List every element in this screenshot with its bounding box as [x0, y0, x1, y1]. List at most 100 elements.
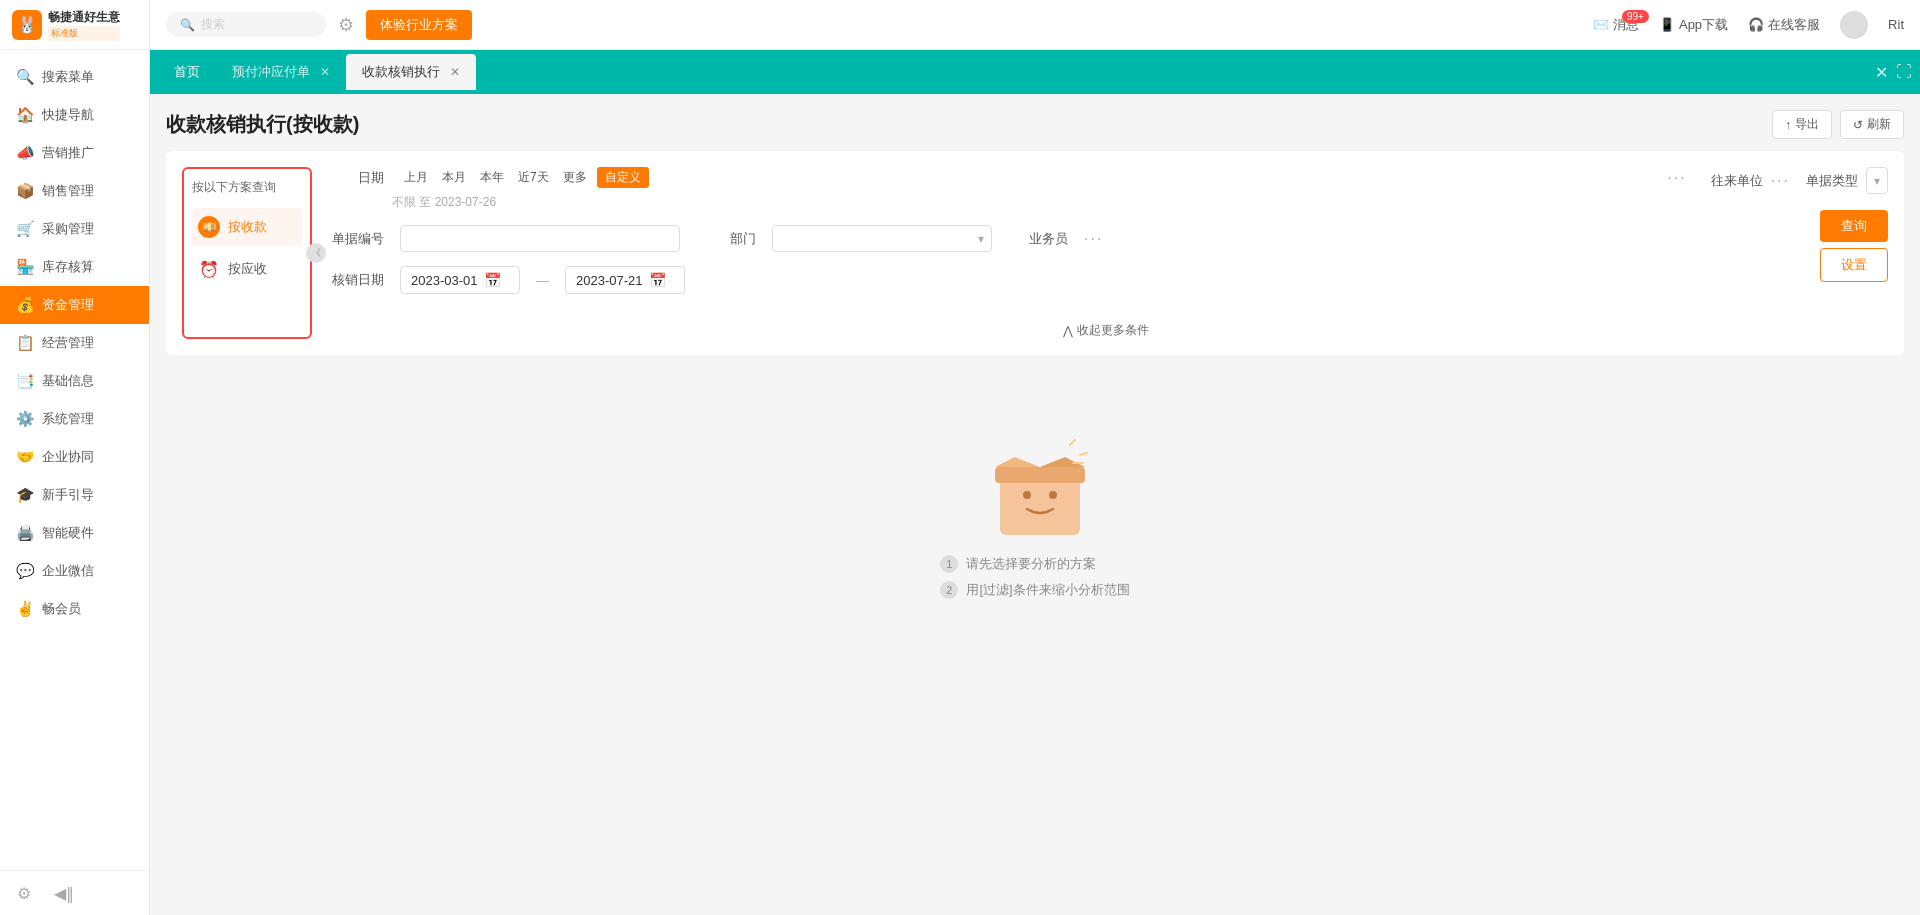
system-icon: ⚙️: [16, 410, 34, 428]
page-title: 收款核销执行(按收款): [166, 111, 359, 138]
partner-label: 往来单位: [1703, 172, 1763, 190]
writeoff-date-label: 核销日期: [324, 271, 384, 289]
sidebar-item-operations[interactable]: 📋 经营管理: [0, 324, 149, 362]
sidebar-item-quicknav[interactable]: 🏠 快捷导航: [0, 96, 149, 134]
calendar-from-icon[interactable]: 📅: [484, 272, 501, 288]
tab-close-icon[interactable]: ✕: [320, 65, 330, 79]
query-button[interactable]: 查询: [1820, 210, 1888, 242]
online-service-btn[interactable]: 🎧 在线客服: [1748, 16, 1820, 34]
svg-rect-0: [1000, 475, 1080, 535]
doctype-select[interactable]: [1866, 167, 1888, 194]
receivable-icon: ⏰: [198, 258, 220, 280]
hint-number-1: 1: [940, 555, 958, 573]
sidebar-item-enterprise[interactable]: 🤝 企业协同: [0, 438, 149, 476]
svg-rect-1: [995, 467, 1085, 483]
operations-icon: 📋: [16, 334, 34, 352]
refresh-button[interactable]: ↺ 刷新: [1840, 110, 1904, 139]
empty-state: 1 请先选择要分析的方案 2 用[过滤]条件来缩小分析范围: [166, 435, 1904, 607]
hardware-icon: 🖨️: [16, 524, 34, 542]
partner-trigger[interactable]: ···: [1771, 172, 1790, 190]
sidebar-item-label: 库存核算: [42, 258, 94, 276]
sidebar-item-label: 企业协同: [42, 448, 94, 466]
tab-home[interactable]: 首页: [158, 54, 216, 90]
svg-point-2: [1023, 491, 1031, 499]
sidebar-item-basicinfo[interactable]: 📑 基础信息: [0, 362, 149, 400]
date-btn-custom[interactable]: 自定义: [597, 167, 649, 188]
tab-writeoff[interactable]: 收款核销执行 ✕: [346, 54, 476, 90]
logo-icon: 🐰: [12, 10, 42, 40]
avatar[interactable]: [1840, 11, 1868, 39]
gear-icon[interactable]: ⚙: [338, 14, 354, 36]
expand-tab-btn[interactable]: ⛶: [1896, 63, 1912, 81]
sidebar-item-member[interactable]: ✌️ 畅会员: [0, 590, 149, 628]
sales-icon: 📦: [16, 182, 34, 200]
filter-option-by-receipt[interactable]: 💴 按收款: [192, 208, 302, 246]
writeoff-date-to[interactable]: 2023-07-21 📅: [565, 266, 685, 294]
home-icon: 🏠: [16, 106, 34, 124]
logo-text-group: 畅捷通好生意 标准版: [48, 9, 120, 41]
main-area: 🔍 搜索 ⚙ 体验行业方案 ✉️ 消息 99+ 📱 App下载 🎧 在线客服 R…: [150, 0, 1920, 915]
sidebar-item-guide[interactable]: 🎓 新手引导: [0, 476, 149, 514]
sidebar-item-system[interactable]: ⚙️ 系统管理: [0, 400, 149, 438]
doctype-select-wrap: [1866, 167, 1888, 194]
sidebar-item-finance[interactable]: 💰 资金管理: [0, 286, 149, 324]
sidebar-item-hardware[interactable]: 🖨️ 智能硬件: [0, 514, 149, 552]
search-icon: 🔍: [180, 18, 195, 32]
date-btn-7days[interactable]: 近7天: [514, 167, 553, 188]
docnum-input[interactable]: [400, 225, 680, 252]
sidebar-item-wechat[interactable]: 💬 企业微信: [0, 552, 149, 590]
sidebar-item-purchase[interactable]: 🛒 采购管理: [0, 210, 149, 248]
date-btn-this-month[interactable]: 本月: [438, 167, 470, 188]
svg-line-4: [1070, 440, 1075, 445]
writeoff-date-from[interactable]: 2023-03-01 📅: [400, 266, 520, 294]
sidebar-item-label: 营销推广: [42, 144, 94, 162]
date-btn-more[interactable]: 更多: [559, 167, 591, 188]
message-badge-btn[interactable]: ✉️ 消息 99+: [1593, 16, 1639, 34]
staff-field-trigger[interactable]: ···: [1084, 230, 1103, 248]
receipt-icon: 💴: [198, 216, 220, 238]
search-placeholder: 搜索: [201, 16, 225, 33]
date-separator: —: [536, 273, 549, 288]
settings-bottom-icon[interactable]: ⚙: [12, 881, 36, 905]
filter-sidebar-title: 按以下方案查询: [192, 179, 302, 196]
filter-panel: 按以下方案查询 💴 按收款 ⏰ 按应收 《: [166, 151, 1904, 355]
filter-action-buttons: 查询 设置: [1820, 210, 1888, 282]
filter-sidebar-collapse-btn[interactable]: 《: [306, 243, 326, 263]
solution-button[interactable]: 体验行业方案: [366, 10, 472, 40]
sidebar-item-sales[interactable]: 📦 销售管理: [0, 172, 149, 210]
partner-field-trigger[interactable]: ···: [1667, 169, 1686, 187]
filter-main: 日期 上月 本月 本年 近7天 更多 自定义 ···: [324, 167, 1888, 339]
tab-close-icon[interactable]: ✕: [450, 65, 460, 79]
sidebar-item-search[interactable]: 🔍 搜索菜单: [0, 58, 149, 96]
refresh-icon: ↺: [1853, 118, 1863, 132]
sidebar-logo: 🐰 畅捷通好生意 标准版: [0, 0, 149, 50]
dept-select[interactable]: [772, 225, 992, 252]
page-titlebar: 收款核销执行(按收款) ↑ 导出 ↺ 刷新: [166, 110, 1904, 139]
filter-option-by-receivable[interactable]: ⏰ 按应收: [192, 250, 302, 288]
app-download-btn[interactable]: 📱 App下载: [1659, 16, 1728, 34]
close-tab-btn[interactable]: ✕: [1875, 63, 1888, 82]
setting-button[interactable]: 设置: [1820, 248, 1888, 282]
date-range-text: 不限 至 2023-07-26: [392, 194, 496, 211]
date-btn-this-year[interactable]: 本年: [476, 167, 508, 188]
sidebar-item-label: 销售管理: [42, 182, 94, 200]
logo-badge: 标准版: [48, 26, 120, 41]
collapse-more-btn[interactable]: ⋀ 收起更多条件: [324, 322, 1888, 339]
tabbar: 首页 预付冲应付单 ✕ 收款核销执行 ✕ ✕ ⛶: [150, 50, 1920, 94]
enterprise-icon: 🤝: [16, 448, 34, 466]
sidebar-item-inventory[interactable]: 🏪 库存核算: [0, 248, 149, 286]
message-icon: ✉️: [1593, 17, 1609, 32]
tab-prepay[interactable]: 预付冲应付单 ✕: [216, 54, 346, 90]
sidebar-item-marketing[interactable]: 📣 营销推广: [0, 134, 149, 172]
export-button[interactable]: ↑ 导出: [1772, 110, 1832, 139]
wechat-icon: 💬: [16, 562, 34, 580]
sidebar-item-label: 搜索菜单: [42, 68, 94, 86]
page-actions: ↑ 导出 ↺ 刷新: [1772, 110, 1904, 139]
inventory-icon: 🏪: [16, 258, 34, 276]
calendar-to-icon[interactable]: 📅: [649, 272, 666, 288]
topbar-search[interactable]: 🔍 搜索: [166, 12, 326, 37]
date-row: 日期 上月 本月 本年 近7天 更多 自定义 ···: [324, 167, 1687, 188]
date-btn-last-month[interactable]: 上月: [400, 167, 432, 188]
collapse-sidebar-btn[interactable]: ◀‖: [52, 881, 76, 905]
app-download-label: App下载: [1679, 16, 1728, 34]
